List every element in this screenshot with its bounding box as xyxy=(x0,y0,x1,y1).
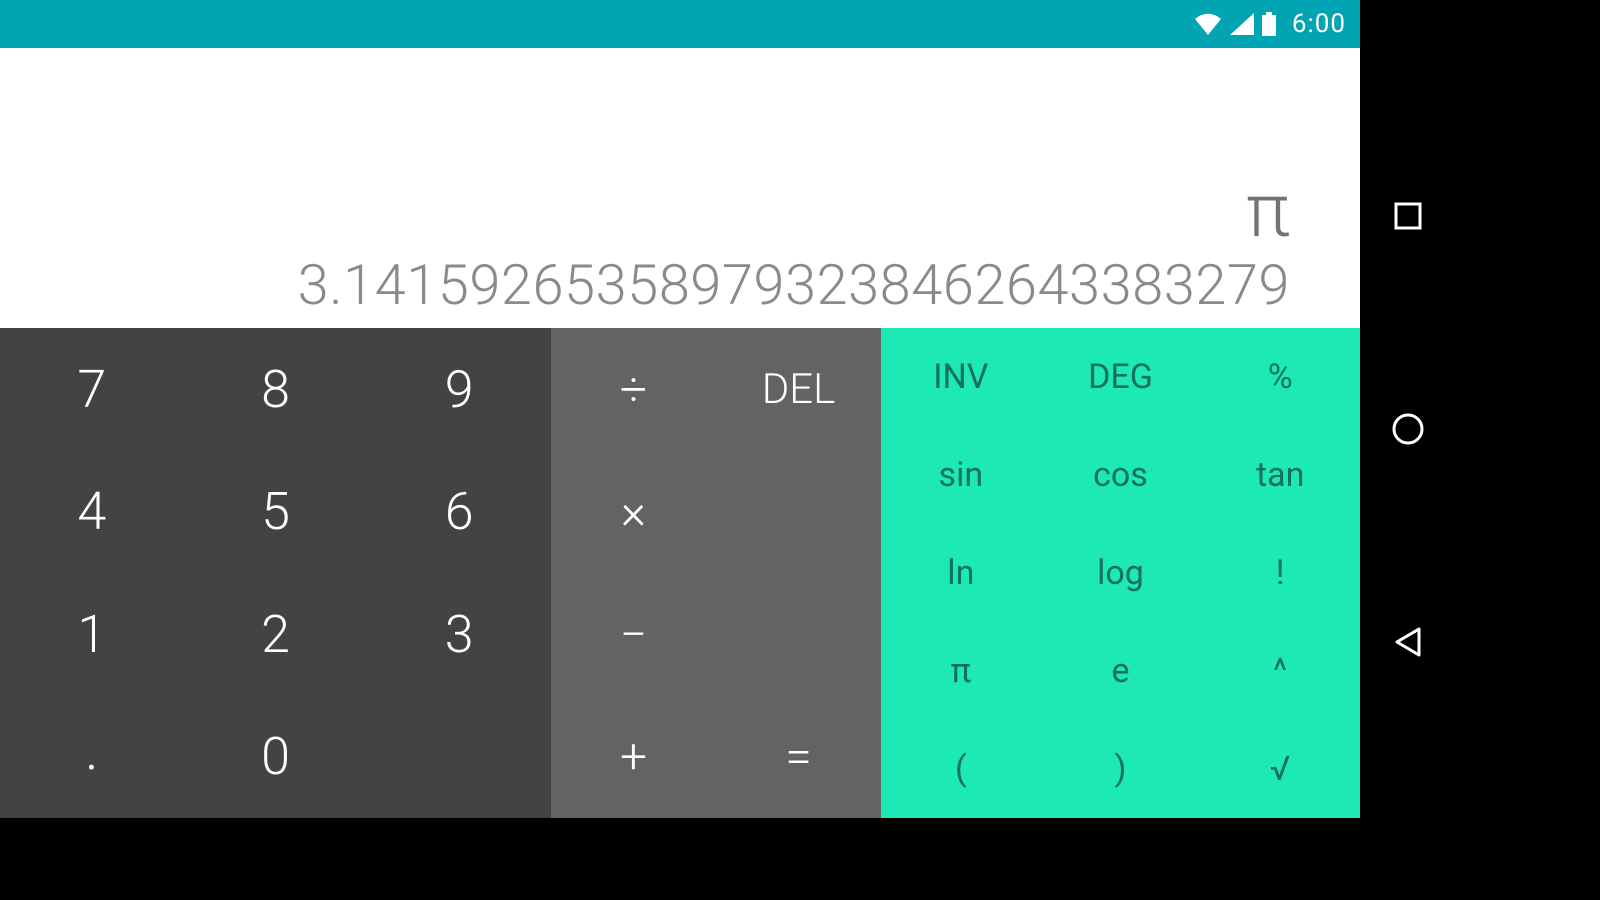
battery-icon xyxy=(1262,12,1276,36)
minus-button[interactable]: − xyxy=(551,573,716,696)
digit-0-button[interactable]: 0 xyxy=(184,696,368,819)
digit-7-button[interactable]: 7 xyxy=(0,328,184,451)
expression[interactable]: π xyxy=(1246,168,1290,255)
home-button[interactable] xyxy=(1386,407,1430,451)
clock: 6:00 xyxy=(1292,9,1346,39)
multiply-button[interactable]: × xyxy=(551,451,716,574)
digit-9-button[interactable]: 9 xyxy=(367,328,551,451)
circle-icon xyxy=(1390,411,1426,447)
app-screen: 6:00 π 3.141592653589793238462643383279 … xyxy=(0,0,1360,818)
operator-pad: ÷ DEL × − + = xyxy=(551,328,881,818)
digit-2-button[interactable]: 2 xyxy=(184,573,368,696)
square-icon xyxy=(1393,201,1423,231)
degree-mode-button[interactable]: DEG xyxy=(1041,328,1201,426)
power-button[interactable]: ^ xyxy=(1200,622,1360,720)
pi-button[interactable]: π xyxy=(881,622,1041,720)
letterbox xyxy=(0,818,1600,900)
decimal-point-button[interactable]: . xyxy=(0,696,184,819)
ln-button[interactable]: ln xyxy=(881,524,1041,622)
digit-8-button[interactable]: 8 xyxy=(184,328,368,451)
status-bar: 6:00 xyxy=(0,0,1360,48)
wifi-icon xyxy=(1194,13,1222,35)
e-button[interactable]: e xyxy=(1041,622,1201,720)
inverse-button[interactable]: INV xyxy=(881,328,1041,426)
sin-button[interactable]: sin xyxy=(881,426,1041,524)
cos-button[interactable]: cos xyxy=(1041,426,1201,524)
digit-6-button[interactable]: 6 xyxy=(367,451,551,574)
sqrt-button[interactable]: √ xyxy=(1200,720,1360,818)
delete-button[interactable]: DEL xyxy=(716,328,881,451)
triangle-back-icon xyxy=(1391,625,1425,659)
display-area: π 3.141592653589793238462643383279 xyxy=(0,48,1360,328)
numpad-empty xyxy=(367,696,551,819)
navigation-bar xyxy=(1360,0,1456,818)
keypad: 7 8 9 4 5 6 1 2 3 . 0 ÷ DEL × − + = INV … xyxy=(0,328,1360,818)
factorial-button[interactable]: ! xyxy=(1200,524,1360,622)
digit-4-button[interactable]: 4 xyxy=(0,451,184,574)
result: 3.141592653589793238462643383279 xyxy=(130,252,1290,318)
digit-1-button[interactable]: 1 xyxy=(0,573,184,696)
log-button[interactable]: log xyxy=(1041,524,1201,622)
equals-button[interactable]: = xyxy=(716,696,881,819)
divide-button[interactable]: ÷ xyxy=(551,328,716,451)
left-paren-button[interactable]: ( xyxy=(881,720,1041,818)
digit-3-button[interactable]: 3 xyxy=(367,573,551,696)
recent-apps-button[interactable] xyxy=(1386,194,1430,238)
digit-5-button[interactable]: 5 xyxy=(184,451,368,574)
right-paren-button[interactable]: ) xyxy=(1041,720,1201,818)
status-icons xyxy=(1194,12,1276,36)
tan-button[interactable]: tan xyxy=(1200,426,1360,524)
op-empty-2 xyxy=(716,573,881,696)
cell-signal-icon xyxy=(1230,13,1254,35)
plus-button[interactable]: + xyxy=(551,696,716,819)
back-button[interactable] xyxy=(1386,620,1430,664)
advanced-pad: INV DEG % sin cos tan ln log ! π e ^ ( )… xyxy=(881,328,1360,818)
percent-button[interactable]: % xyxy=(1200,328,1360,426)
numeric-pad: 7 8 9 4 5 6 1 2 3 . 0 xyxy=(0,328,551,818)
op-empty-1 xyxy=(716,451,881,574)
